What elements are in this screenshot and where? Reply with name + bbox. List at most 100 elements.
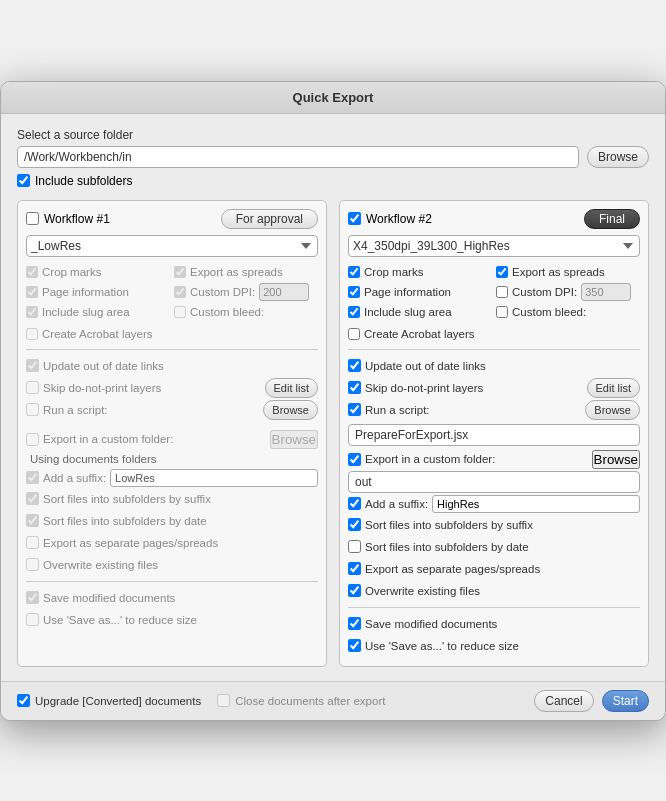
wf1-export-spreads-label: Export as spreads <box>190 266 283 278</box>
wf2-export-spreads-row: Export as spreads <box>496 263 640 281</box>
wf2-update-links-row: Update out of date links <box>348 356 640 376</box>
wf1-add-suffix-checkbox[interactable] <box>26 471 39 484</box>
wf2-page-info-checkbox[interactable] <box>348 286 360 298</box>
wf1-overwrite-checkbox[interactable] <box>26 558 39 571</box>
wf1-sort-suffix-checkbox[interactable] <box>26 492 39 505</box>
close-docs-checkbox[interactable] <box>217 694 230 707</box>
wf1-skip-layers-checkbox[interactable] <box>26 381 39 394</box>
upgrade-checkbox[interactable] <box>17 694 30 707</box>
wf2-create-layers-checkbox[interactable] <box>348 328 360 340</box>
upgrade-row: Upgrade [Converted] documents <box>17 694 201 707</box>
wf1-save-as-row: Use 'Save as...' to reduce size <box>26 610 318 630</box>
wf1-custom-dpi-checkbox[interactable] <box>174 286 186 298</box>
wf1-crop-marks-row: Crop marks <box>26 263 170 281</box>
wf1-update-links-checkbox[interactable] <box>26 359 39 372</box>
wf1-browse-folder-button[interactable]: Browse <box>270 430 318 449</box>
wf2-page-info-row: Page information <box>348 283 492 301</box>
wf1-browse-script-button[interactable]: Browse <box>263 400 318 420</box>
wf1-add-suffix-row: Add a suffix: <box>26 469 318 487</box>
wf2-skip-layers-checkbox[interactable] <box>348 381 361 394</box>
wf1-run-script-checkbox[interactable] <box>26 403 39 416</box>
workflow2-checkbox[interactable] <box>348 212 361 225</box>
wf1-export-separate-checkbox[interactable] <box>26 536 39 549</box>
wf2-browse-folder-button[interactable]: Browse <box>592 450 640 469</box>
wf2-save-as-row: Use 'Save as...' to reduce size <box>348 636 640 656</box>
wf1-run-script-label: Run a script: <box>43 404 108 416</box>
include-subfolders-label: Include subfolders <box>35 174 132 188</box>
wf2-overwrite-checkbox[interactable] <box>348 584 361 597</box>
wf2-suffix-input[interactable] <box>432 495 640 513</box>
close-row: Close documents after export <box>217 694 385 707</box>
wf2-crop-marks-label: Crop marks <box>364 266 423 278</box>
wf2-sort-date-checkbox[interactable] <box>348 540 361 553</box>
wf2-add-suffix-row: Add a suffix: <box>348 495 640 513</box>
source-browse-button[interactable]: Browse <box>587 146 649 168</box>
wf1-custom-dpi-input[interactable] <box>259 283 309 301</box>
include-subfolders-checkbox[interactable] <box>17 174 30 187</box>
wf2-save-modified-row: Save modified documents <box>348 614 640 634</box>
source-section: Select a source folder Browse Include su… <box>17 128 649 188</box>
wf1-custom-folder-checkbox[interactable] <box>26 433 39 446</box>
wf2-sort-suffix-checkbox[interactable] <box>348 518 361 531</box>
workflow2-title: Workflow #2 <box>366 212 432 226</box>
wf1-custom-bleed-checkbox[interactable] <box>174 306 186 318</box>
wf2-folder-input[interactable] <box>348 471 640 493</box>
wf1-crop-marks-checkbox[interactable] <box>26 266 38 278</box>
wf2-export-separate-checkbox[interactable] <box>348 562 361 575</box>
source-label: Select a source folder <box>17 128 649 142</box>
wf2-custom-folder-checkbox[interactable] <box>348 453 361 466</box>
quick-export-dialog: Quick Export Select a source folder Brow… <box>0 81 666 721</box>
wf1-export-spreads-checkbox[interactable] <box>174 266 186 278</box>
source-input[interactable] <box>17 146 579 168</box>
wf1-create-layers-checkbox[interactable] <box>26 328 38 340</box>
wf2-custom-dpi-input[interactable] <box>581 283 631 301</box>
wf2-save-as-checkbox[interactable] <box>348 639 361 652</box>
wf1-save-modified-row: Save modified documents <box>26 588 318 608</box>
wf2-sort-date-row: Sort files into subfolders by date <box>348 537 640 557</box>
wf2-custom-dpi-label: Custom DPI: <box>512 286 577 298</box>
wf1-suffix-input[interactable] <box>110 469 318 487</box>
wf2-export-spreads-checkbox[interactable] <box>496 266 508 278</box>
workflow2-name-button[interactable]: Final <box>584 209 640 229</box>
start-button[interactable]: Start <box>602 690 649 712</box>
wf2-save-modified-checkbox[interactable] <box>348 617 361 630</box>
wf1-save-as-checkbox[interactable] <box>26 613 39 626</box>
wf2-add-suffix-checkbox[interactable] <box>348 497 361 510</box>
wf1-save-as-label: Use 'Save as...' to reduce size <box>43 614 197 626</box>
wf1-export-spreads-row: Export as spreads <box>174 263 318 281</box>
wf2-export-separate-row: Export as separate pages/spreads <box>348 559 640 579</box>
wf1-sort-suffix-row: Sort files into subfolders by suffix <box>26 489 318 509</box>
title-bar: Quick Export <box>1 82 665 114</box>
wf2-run-script-row: Run a script: Browse <box>348 400 640 420</box>
wf2-run-script-label: Run a script: <box>365 404 430 416</box>
workflow1-title: Workflow #1 <box>44 212 110 226</box>
wf1-page-info-checkbox[interactable] <box>26 286 38 298</box>
wf1-include-slug-checkbox[interactable] <box>26 306 38 318</box>
wf2-update-links-checkbox[interactable] <box>348 359 361 372</box>
wf2-run-script-checkbox[interactable] <box>348 403 361 416</box>
wf2-script-input[interactable] <box>348 424 640 446</box>
wf1-edit-list-button[interactable]: Edit list <box>265 378 318 398</box>
wf1-include-slug-row: Include slug area <box>26 303 170 321</box>
wf2-custom-bleed-label: Custom bleed: <box>512 306 586 318</box>
wf2-crop-marks-checkbox[interactable] <box>348 266 360 278</box>
wf2-custom-bleed-checkbox[interactable] <box>496 306 508 318</box>
wf1-skip-layers-row: Skip do-not-print layers Edit list <box>26 378 318 398</box>
wf2-edit-list-button[interactable]: Edit list <box>587 378 640 398</box>
workflow1-checkbox[interactable] <box>26 212 39 225</box>
workflow1-name-button[interactable]: For approval <box>221 209 318 229</box>
workflow2-preset-select[interactable]: X4_350dpi_39L300_HighRes <box>348 235 640 257</box>
workflow1-preset-select[interactable]: _LowRes <box>26 235 318 257</box>
wf2-include-slug-checkbox[interactable] <box>348 306 360 318</box>
wf2-browse-script-button[interactable]: Browse <box>585 400 640 420</box>
wf2-custom-dpi-checkbox[interactable] <box>496 286 508 298</box>
wf1-skip-layers-label: Skip do-not-print layers <box>43 382 161 394</box>
wf2-export-separate-label: Export as separate pages/spreads <box>365 563 540 575</box>
wf1-save-modified-checkbox[interactable] <box>26 591 39 604</box>
wf1-create-layers-label: Create Acrobat layers <box>42 328 153 340</box>
wf1-sort-date-checkbox[interactable] <box>26 514 39 527</box>
cancel-button[interactable]: Cancel <box>534 690 593 712</box>
wf1-custom-folder-label: Export in a custom folder: <box>43 433 173 445</box>
bottom-bar: Upgrade [Converted] documents Close docu… <box>1 681 665 720</box>
wf2-create-layers-row: Create Acrobat layers <box>348 325 640 343</box>
